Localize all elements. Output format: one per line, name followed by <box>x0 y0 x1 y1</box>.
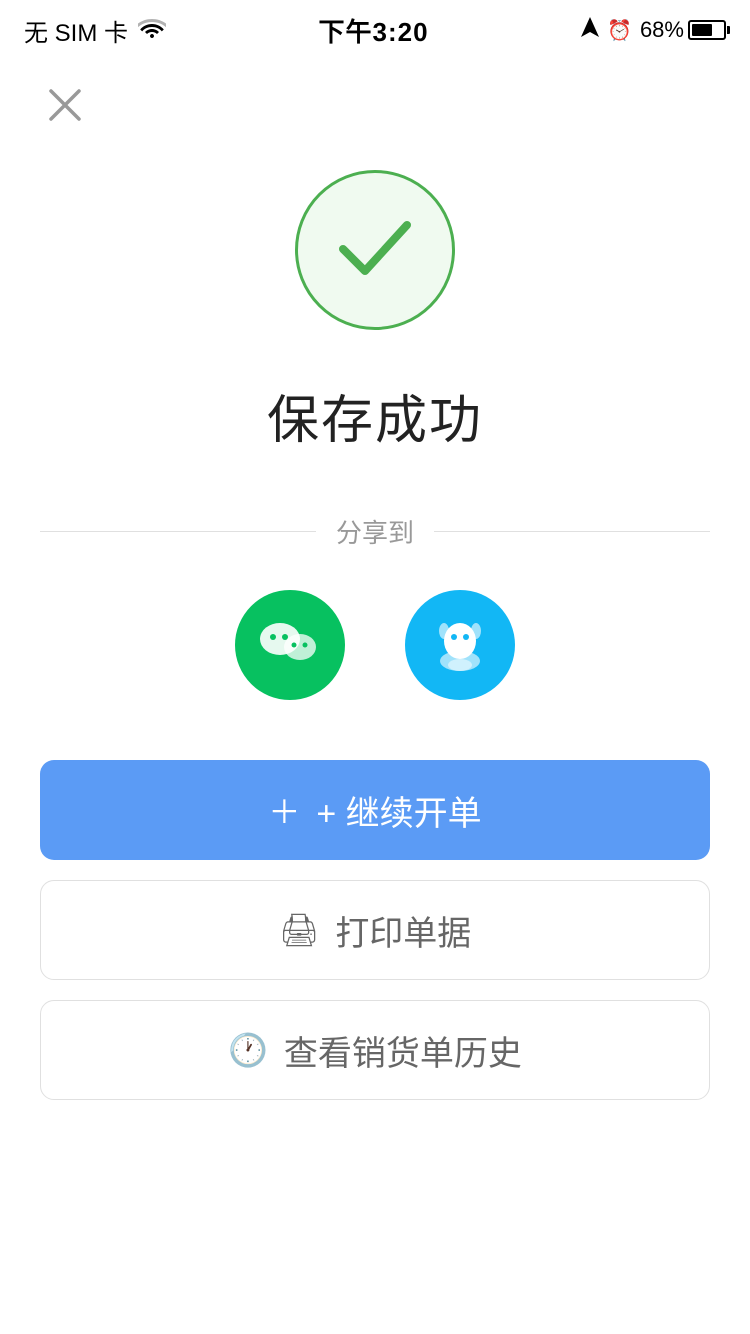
continue-order-button[interactable]: ＋ + 继续开单 <box>40 760 710 860</box>
success-title: 保存成功 <box>267 378 483 453</box>
history-label: 查看销货单历史 <box>284 1026 522 1075</box>
action-buttons: ＋ + 继续开单 🖨 打印单据 🕐 查看销货单历史 <box>40 760 710 1100</box>
no-sim-text: 无 SIM 卡 <box>24 13 128 48</box>
share-section: 分享到 <box>40 513 710 700</box>
print-button[interactable]: 🖨 打印单据 <box>40 880 710 980</box>
battery-indicator: 68% <box>640 17 726 43</box>
divider-left <box>40 531 316 532</box>
share-divider: 分享到 <box>40 513 710 550</box>
share-label: 分享到 <box>336 513 414 550</box>
history-icon: 🕐 <box>228 1031 268 1069</box>
wechat-share-button[interactable] <box>235 590 345 700</box>
share-icons <box>235 590 515 700</box>
printer-icon: 🖨 <box>279 911 320 949</box>
qq-share-button[interactable] <box>405 590 515 700</box>
close-button[interactable] <box>40 80 90 130</box>
battery-icon <box>688 20 726 40</box>
alarm-icon: ⏰ <box>607 18 632 43</box>
status-bar-time: 下午3:20 <box>319 12 429 49</box>
location-icon <box>581 17 599 43</box>
status-bar-left: 无 SIM 卡 <box>24 13 166 48</box>
main-content: 保存成功 分享到 <box>0 60 750 1334</box>
battery-percent: 68% <box>640 17 684 43</box>
wifi-icon <box>138 16 166 45</box>
success-circle <box>295 170 455 330</box>
checkmark-icon <box>335 213 415 288</box>
status-bar-right: ⏰ 68% <box>581 17 726 43</box>
print-label: 打印单据 <box>335 906 471 955</box>
divider-right <box>434 531 710 532</box>
history-button[interactable]: 🕐 查看销货单历史 <box>40 1000 710 1100</box>
plus-icon: ＋ <box>268 787 300 833</box>
continue-order-label: + 继续开单 <box>316 786 481 835</box>
status-bar: 无 SIM 卡 下午3:20 ⏰ 68% <box>0 0 750 60</box>
